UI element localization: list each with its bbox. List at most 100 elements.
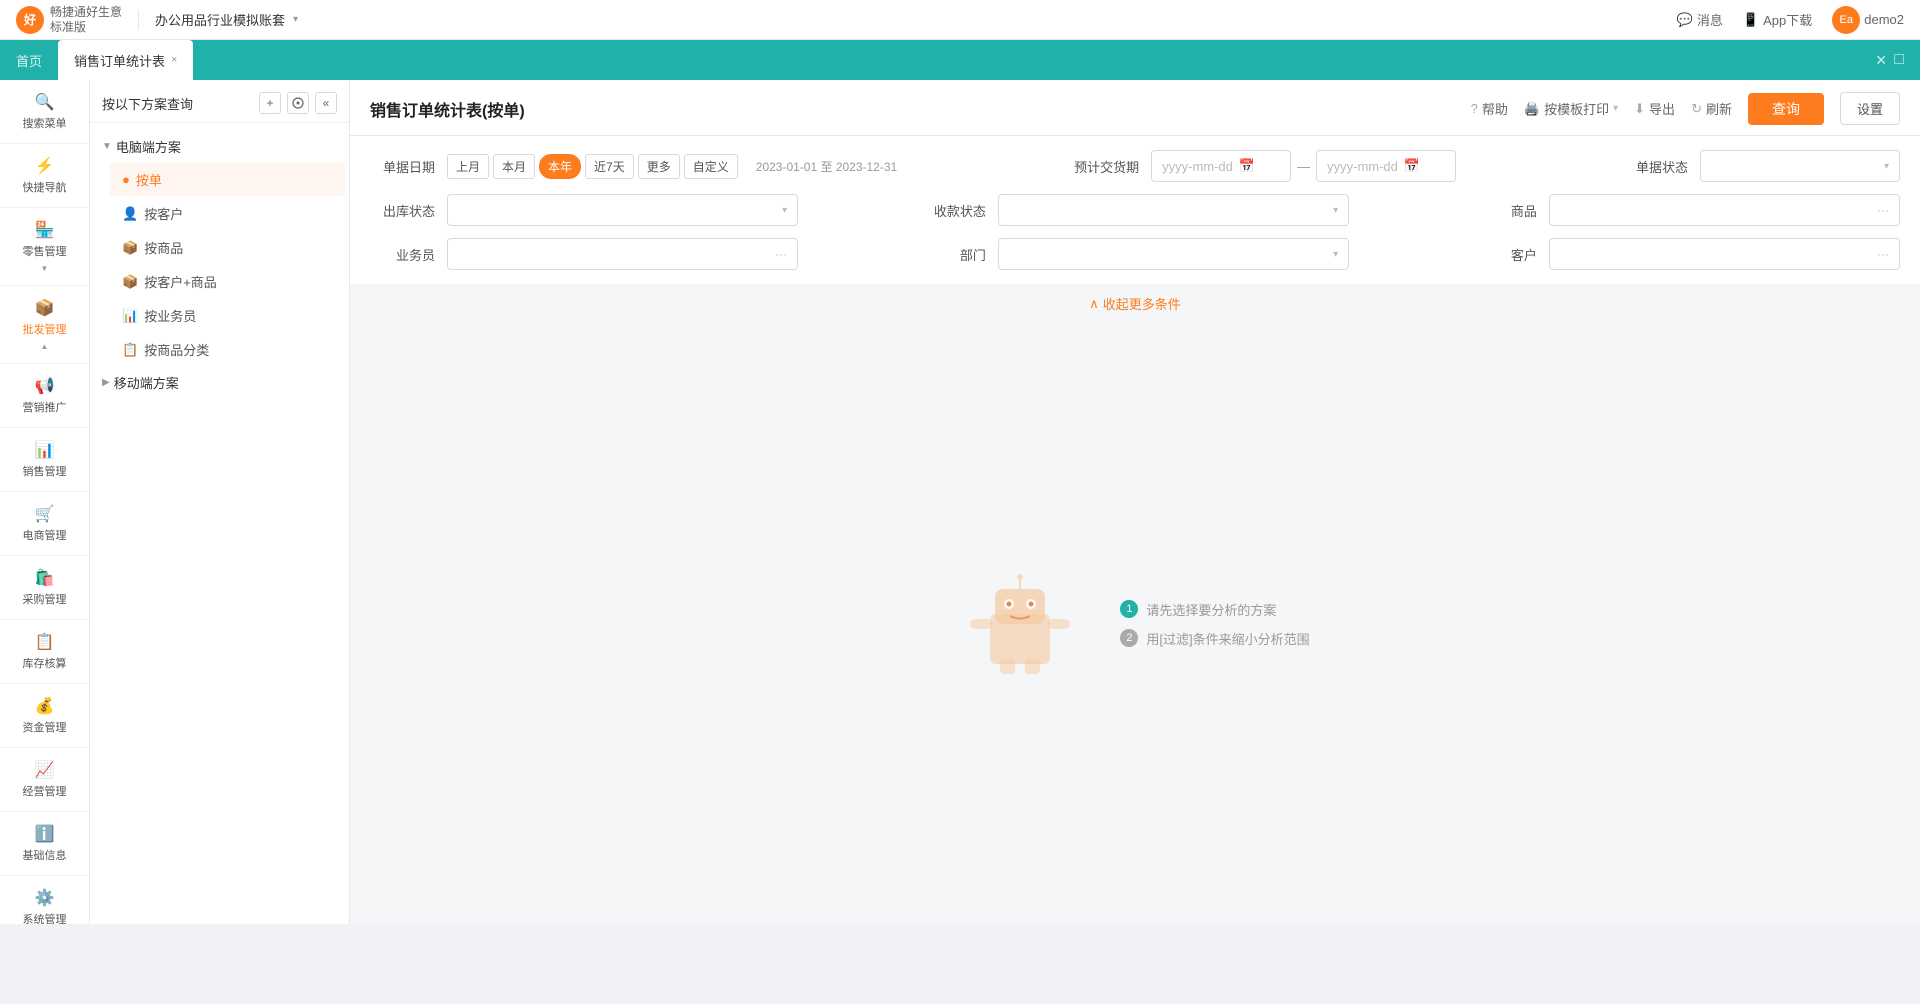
- marketing-icon: 📢: [35, 376, 55, 396]
- app-title-dropdown-icon[interactable]: ▾: [293, 14, 298, 25]
- add-scheme-btn[interactable]: +: [259, 92, 281, 114]
- sidebar-item-label: 库存核算: [23, 655, 67, 671]
- tab-home-label: 首页: [16, 51, 42, 70]
- scheme-group-mobile-header[interactable]: ▶ 移动端方案: [90, 367, 349, 398]
- mobile-group-title: 移动端方案: [114, 373, 179, 392]
- message-action[interactable]: 💬 消息: [1677, 10, 1723, 29]
- query-button[interactable]: 查询: [1748, 93, 1824, 125]
- last-7days-btn[interactable]: 近7天: [585, 154, 634, 179]
- sidebar-item-purchase[interactable]: 🛍️ 采购管理: [0, 556, 89, 620]
- date-separator: —: [1297, 159, 1310, 174]
- help-label: 帮助: [1482, 99, 1508, 118]
- refresh-icon: ↻: [1691, 101, 1702, 117]
- main-layout: 🔍 搜索菜单 ⚡ 快捷导航 🏪 零售管理 📦 批发管理 📢 营销推广 📊 销售管…: [0, 80, 1920, 924]
- content-area: 按以下方案查询 + « ▼ 电脑端方案: [90, 80, 1920, 924]
- app-download-label: App下载: [1763, 10, 1812, 29]
- customer-input[interactable]: ···: [1549, 238, 1900, 270]
- help-btn[interactable]: ? 帮助: [1471, 99, 1508, 118]
- salesman-more-icon[interactable]: ···: [775, 247, 787, 261]
- collapse-more-btn[interactable]: ∧ 收起更多条件: [350, 284, 1920, 323]
- sidebar-item-basic[interactable]: ℹ️ 基础信息: [0, 812, 89, 876]
- left-panel-header: 按以下方案查询 + «: [90, 92, 349, 123]
- delivery-status-select[interactable]: ▾: [447, 194, 798, 226]
- page-header-top: 销售订单统计表(按单) ? 帮助 🖨️ 按模板打印 ▾ ⬇: [370, 92, 1900, 135]
- window-close-icon[interactable]: ×: [1876, 50, 1887, 71]
- sidebar-item-ecommerce[interactable]: 🛒 电商管理: [0, 492, 89, 556]
- by-salesman-label: 按业务员: [144, 306, 196, 325]
- scheme-item-by-customer-product[interactable]: 📦 按客户+商品: [110, 265, 345, 298]
- delivery-status-label: 出库状态: [370, 201, 435, 220]
- search-menu-icon: 🔍: [35, 92, 55, 112]
- sidebar-item-quick-nav[interactable]: ⚡ 快捷导航: [0, 144, 89, 208]
- sidebar-item-label: 经营管理: [23, 783, 67, 799]
- window-expand-icon[interactable]: □: [1894, 51, 1904, 69]
- logo-text: 畅捷通好生意 标准版: [50, 5, 122, 34]
- sidebar-item-search-menu[interactable]: 🔍 搜索菜单: [0, 80, 89, 144]
- quick-nav-icon: ⚡: [35, 156, 55, 176]
- product-more-icon[interactable]: ···: [1877, 203, 1889, 217]
- ecommerce-icon: 🛒: [35, 504, 55, 524]
- salesman-input[interactable]: ···: [447, 238, 798, 270]
- sidebar-item-system[interactable]: ⚙️ 系统管理: [0, 876, 89, 924]
- expected-date-range: yyyy-mm-dd 📅 — yyyy-mm-dd 📅: [1151, 150, 1456, 182]
- pc-group-arrow-icon: ▼: [102, 141, 112, 152]
- message-label: 消息: [1697, 10, 1723, 29]
- tab-sales-order-summary[interactable]: 销售订单统计表 ×: [58, 40, 193, 80]
- by-salesman-icon: 📊: [122, 308, 138, 324]
- scheme-item-by-order[interactable]: ● 按单: [110, 163, 345, 196]
- dept-select[interactable]: ▾: [998, 238, 1349, 270]
- curr-month-btn[interactable]: 本月: [493, 154, 535, 179]
- filter-row-3: 业务员 ··· 部门 ▾ 客户 ···: [370, 238, 1900, 270]
- sidebar-item-retail[interactable]: 🏪 零售管理: [0, 208, 89, 286]
- logo-icon: 好: [16, 6, 44, 34]
- custom-btn[interactable]: 自定义: [684, 154, 738, 179]
- expected-date-start[interactable]: yyyy-mm-dd 📅: [1151, 150, 1291, 182]
- tab-home[interactable]: 首页: [0, 40, 58, 80]
- date-range-text: 2023-01-01 至 2023-12-31: [756, 158, 897, 175]
- customer-more-icon[interactable]: ···: [1877, 247, 1889, 261]
- more-btn[interactable]: 更多: [638, 154, 680, 179]
- scheme-item-by-customer[interactable]: 👤 按客户: [110, 197, 345, 230]
- scheme-item-by-salesman[interactable]: 📊 按业务员: [110, 299, 345, 332]
- empty-tips: 1 请先选择要分析的方案 2 用[过滤]条件来缩小分析范围: [1120, 600, 1309, 648]
- pc-group-title: 电脑端方案: [116, 137, 181, 156]
- print-dropdown-icon: ▾: [1613, 103, 1618, 114]
- status-label: 单据状态: [1628, 157, 1688, 176]
- sidebar-item-wholesale[interactable]: 📦 批发管理: [0, 286, 89, 364]
- tab-close-icon[interactable]: ×: [171, 54, 177, 66]
- sidebar-item-label: 采购管理: [23, 591, 67, 607]
- collapse-panel-btn[interactable]: «: [315, 92, 337, 114]
- nav-tab-expand: × □: [1876, 50, 1920, 71]
- scheme-item-by-product[interactable]: 📦 按商品: [110, 231, 345, 264]
- sidebar-item-operation[interactable]: 📈 经营管理: [0, 748, 89, 812]
- date-label: 单据日期: [370, 157, 435, 176]
- by-customer-product-label: 按客户+商品: [144, 272, 217, 291]
- inventory-icon: 📋: [35, 632, 55, 652]
- collection-status-select[interactable]: ▾: [998, 194, 1349, 226]
- edit-scheme-btn[interactable]: [287, 92, 309, 114]
- sidebar-item-label: 营销推广: [23, 399, 67, 415]
- app-download-action[interactable]: 📱 App下载: [1743, 10, 1812, 29]
- scheme-group-pc-header[interactable]: ▼ 电脑端方案: [90, 131, 349, 162]
- calendar-start-icon: 📅: [1239, 158, 1255, 174]
- export-btn[interactable]: ⬇ 导出: [1634, 99, 1675, 118]
- curr-year-btn[interactable]: 本年: [539, 154, 581, 179]
- prev-month-btn[interactable]: 上月: [447, 154, 489, 179]
- finance-icon: 💰: [35, 696, 55, 716]
- refresh-btn[interactable]: ↻ 刷新: [1691, 99, 1732, 118]
- sidebar-item-inventory[interactable]: 📋 库存核算: [0, 620, 89, 684]
- scheme-item-by-product-category[interactable]: 📋 按商品分类: [110, 333, 345, 366]
- print-btn[interactable]: 🖨️ 按模板打印 ▾: [1524, 99, 1618, 118]
- sidebar-item-label: 销售管理: [23, 463, 67, 479]
- product-input[interactable]: ···: [1549, 194, 1900, 226]
- sidebar-item-finance[interactable]: 💰 资金管理: [0, 684, 89, 748]
- logo-line2: 标准版: [50, 20, 122, 34]
- purchase-icon: 🛍️: [35, 568, 55, 588]
- settings-button[interactable]: 设置: [1840, 92, 1900, 125]
- sidebar-item-sales[interactable]: 📊 销售管理: [0, 428, 89, 492]
- by-product-category-icon: 📋: [122, 342, 138, 358]
- expected-date-end[interactable]: yyyy-mm-dd 📅: [1316, 150, 1456, 182]
- status-select[interactable]: ▾: [1700, 150, 1900, 182]
- user-area[interactable]: Ea demo2: [1832, 6, 1904, 34]
- sidebar-item-marketing[interactable]: 📢 营销推广: [0, 364, 89, 428]
